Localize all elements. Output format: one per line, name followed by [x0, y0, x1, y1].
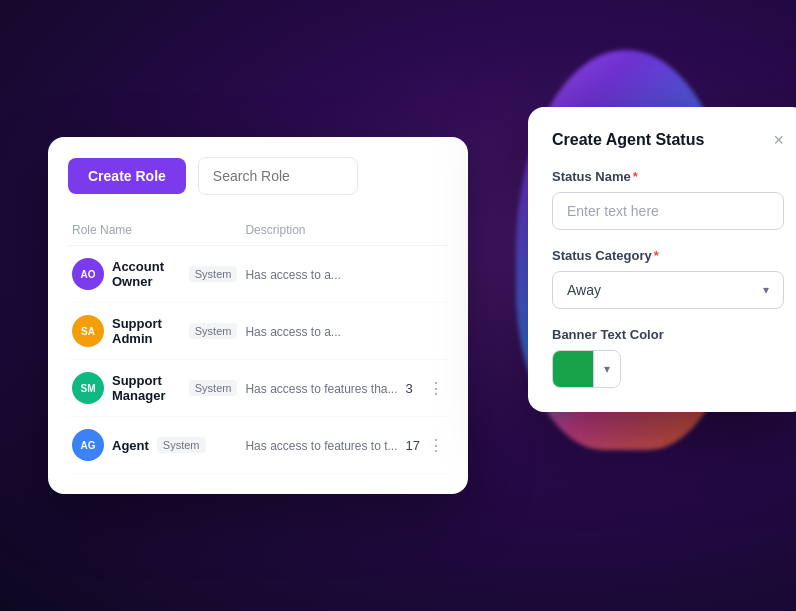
color-swatch-button[interactable]: ▾: [552, 350, 621, 388]
status-name-field: Status Name*: [552, 169, 784, 248]
status-name-input[interactable]: [552, 192, 784, 230]
banner-text-color-field: Banner Text Color ▾: [552, 327, 784, 388]
modal-title: Create Agent Status: [552, 131, 704, 149]
roles-panel: Create Role Role Name Description AO Acc: [48, 137, 468, 494]
col-actions: [424, 215, 448, 246]
roles-header: Create Role: [68, 157, 448, 195]
required-indicator-2: *: [654, 248, 659, 263]
search-role-input[interactable]: [198, 157, 358, 195]
avatar: SA: [72, 315, 104, 347]
table-row: AO Account Owner System Has access to a.…: [68, 246, 448, 303]
table-row: SA Support Admin System Has access to a.…: [68, 303, 448, 360]
create-role-button[interactable]: Create Role: [68, 158, 186, 194]
table-row: AG Agent System Has access to features t…: [68, 417, 448, 474]
role-type-badge: System: [189, 323, 238, 339]
status-category-value: Away: [567, 282, 601, 298]
role-name: Agent: [112, 438, 149, 453]
color-swatch: [553, 351, 593, 387]
status-category-label: Status Category*: [552, 248, 784, 263]
role-name: Support Manager: [112, 373, 181, 403]
roles-table: Role Name Description AO Account Owner S…: [68, 215, 448, 474]
create-agent-status-modal: Create Agent Status × Status Name* Statu…: [528, 107, 796, 412]
color-chevron-icon: ▾: [593, 351, 620, 387]
col-role-name: Role Name: [68, 215, 241, 246]
role-type-badge: System: [189, 266, 238, 282]
modal-header: Create Agent Status ×: [552, 131, 784, 149]
status-name-label: Status Name*: [552, 169, 784, 184]
required-indicator: *: [633, 169, 638, 184]
status-category-select[interactable]: Away ▾: [552, 271, 784, 309]
avatar: AG: [72, 429, 104, 461]
role-type-badge: System: [157, 437, 206, 453]
col-description: Description: [241, 215, 401, 246]
role-count: 3: [406, 381, 413, 396]
color-picker-row: ▾: [552, 350, 784, 388]
role-description: Has access to a...: [245, 325, 340, 339]
banner-text-color-label: Banner Text Color: [552, 327, 784, 342]
row-menu-button[interactable]: ⋮: [428, 437, 444, 454]
avatar: SM: [72, 372, 104, 404]
col-count: [402, 215, 424, 246]
role-description: Has access to a...: [245, 268, 340, 282]
role-name: Support Admin: [112, 316, 181, 346]
role-count: 17: [406, 438, 420, 453]
role-type-badge: System: [189, 380, 238, 396]
chevron-down-icon: ▾: [763, 283, 769, 297]
role-description: Has access to features to t...: [245, 439, 397, 453]
row-menu-button[interactable]: ⋮: [428, 380, 444, 397]
avatar: AO: [72, 258, 104, 290]
role-name: Account Owner: [112, 259, 181, 289]
status-category-field: Status Category* Away ▾: [552, 248, 784, 309]
role-description: Has access to features tha...: [245, 382, 397, 396]
table-row: SM Support Manager System Has access to …: [68, 360, 448, 417]
modal-close-button[interactable]: ×: [773, 131, 784, 149]
